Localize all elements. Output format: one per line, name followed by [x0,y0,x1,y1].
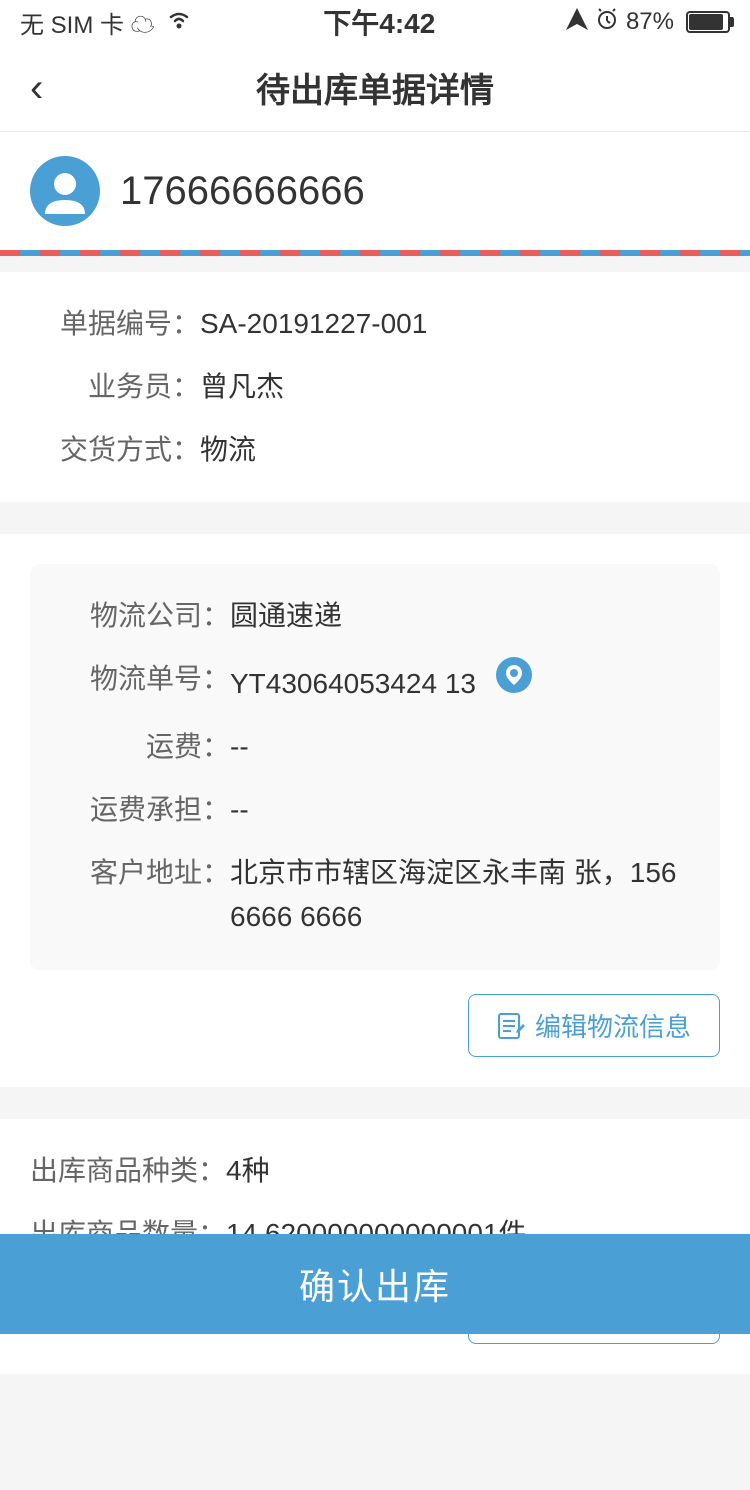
battery-percentage: 87% [626,8,674,36]
goods-type-row: 出库商品种类： 4种 [30,1149,720,1194]
battery-icon [686,11,730,33]
wifi-icon [165,8,193,37]
user-header: 17666666666 [0,132,750,250]
user-phone: 17666666666 [120,169,365,214]
address-value: 北京市市辖区海淀区永丰南 张，156 6666 6666 [230,851,690,941]
salesperson-value: 曾凡杰 [200,365,720,410]
location-arrow-icon [566,8,588,37]
address-label: 客户地址： [60,851,230,896]
confirm-button[interactable]: 确认出库 [0,1234,750,1334]
page-title: 待出库单据详情 [256,63,494,112]
goods-type-value: 4种 [226,1149,720,1194]
status-bar-left: 无 SIM 卡 ☁ [20,5,193,40]
doc-number-label: 单据编号： [30,302,200,347]
back-button[interactable]: ‹ [30,68,43,108]
logistics-card: 物流公司： 圆通速递 物流单号： YT43064053424 13 [30,564,720,970]
address-row: 客户地址： 北京市市辖区海淀区永丰南 张，156 6666 6666 [60,851,690,941]
confirm-button-label: 确认出库 [299,1258,451,1310]
freight-bear-label: 运费承担： [60,788,230,833]
freight-row: 运费： -- [60,725,690,770]
edit-logistics-button[interactable]: 编辑物流信息 [468,994,720,1057]
salesperson-label: 业务员： [30,365,200,410]
freight-value: -- [230,725,690,770]
logistics-company-label: 物流公司： [60,594,230,639]
tracking-number-value: YT43064053424 13 [230,657,690,707]
tracking-number-label: 物流单号： [60,657,230,702]
status-bar-right: 87% [566,8,730,37]
sim-status: 无 SIM 卡 ☁ [20,5,155,40]
alarm-icon [596,8,618,37]
edit-logistics-label: 编辑物流信息 [535,1007,691,1044]
salesperson-row: 业务员： 曾凡杰 [30,365,720,410]
freight-bear-value: -- [230,788,690,833]
status-bar-time: 下午4:42 [323,2,435,42]
tracking-number-row: 物流单号： YT43064053424 13 [60,657,690,707]
avatar [30,156,100,226]
logistics-section: 物流公司： 圆通速递 物流单号： YT43064053424 13 [0,534,750,1087]
delivery-method-row: 交货方式： 物流 [30,428,720,473]
delivery-method-value: 物流 [200,428,720,473]
person-icon [40,166,90,216]
logistics-company-row: 物流公司： 圆通速递 [60,594,690,639]
edit-icon [497,1012,525,1040]
edit-logistics-container: 编辑物流信息 [30,994,720,1057]
logistics-company-value: 圆通速递 [230,594,690,639]
goods-type-label: 出库商品种类： [30,1149,226,1194]
status-bar: 无 SIM 卡 ☁ 下午4:42 87% [0,0,750,44]
doc-number-value: SA-20191227-001 [200,302,720,347]
freight-label: 运费： [60,725,230,770]
delivery-method-label: 交货方式： [30,428,200,473]
nav-bar: ‹ 待出库单据详情 [0,44,750,132]
freight-bear-row: 运费承担： -- [60,788,690,833]
doc-number-row: 单据编号： SA-20191227-001 [30,302,720,347]
map-pin-icon[interactable] [496,657,532,707]
order-info-section: 单据编号： SA-20191227-001 业务员： 曾凡杰 交货方式： 物流 [0,272,750,502]
